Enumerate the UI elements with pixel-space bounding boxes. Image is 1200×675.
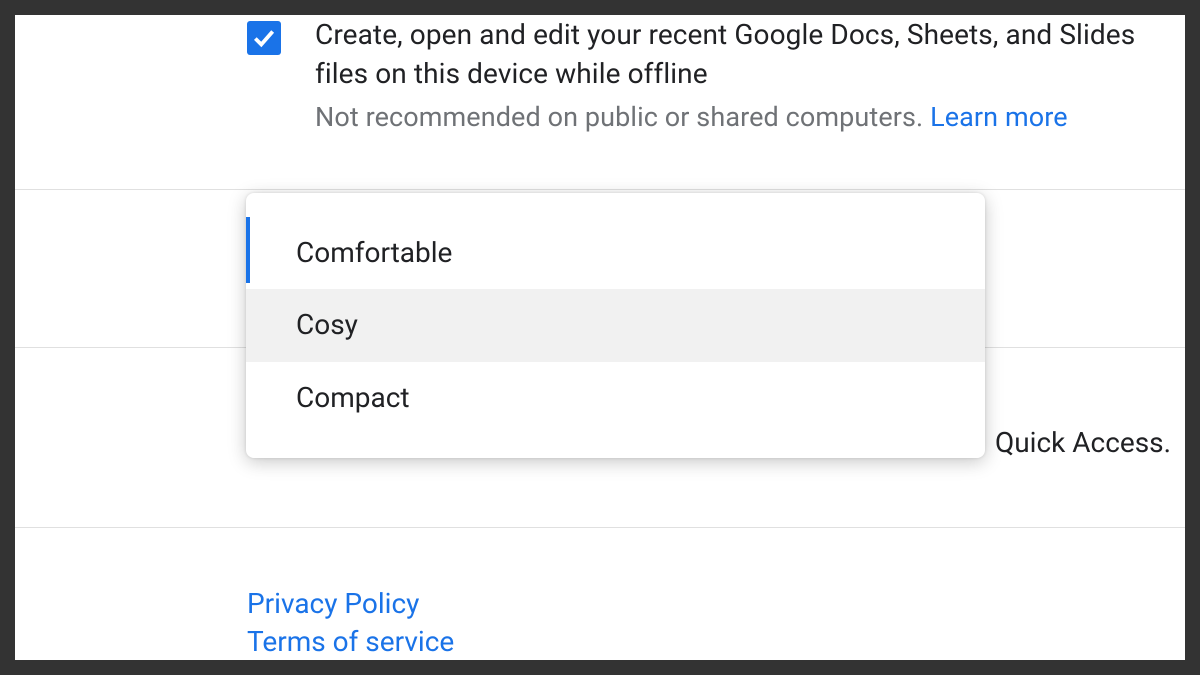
footer-links: Privacy Policy Terms of service <box>247 585 454 660</box>
offline-checkbox[interactable] <box>247 21 281 55</box>
density-option-comfortable[interactable]: Comfortable <box>246 217 985 289</box>
density-option-compact[interactable]: Compact <box>246 362 985 434</box>
offline-title: Create, open and edit your recent Google… <box>315 15 1185 93</box>
offline-text-block: Create, open and edit your recent Google… <box>315 15 1185 133</box>
offline-subtitle: Not recommended on public or shared comp… <box>315 101 1185 133</box>
terms-of-service-link[interactable]: Terms of service <box>247 623 454 660</box>
divider <box>15 189 1185 190</box>
offline-setting-row: Create, open and edit your recent Google… <box>15 15 1185 133</box>
checkmark-icon <box>251 25 277 51</box>
density-option-cosy[interactable]: Cosy <box>246 289 985 361</box>
learn-more-link[interactable]: Learn more <box>930 101 1068 133</box>
divider <box>15 527 1185 528</box>
offline-subtitle-text: Not recommended on public or shared comp… <box>315 101 930 133</box>
density-dropdown: Comfortable Cosy Compact <box>246 193 985 458</box>
privacy-policy-link[interactable]: Privacy Policy <box>247 585 454 623</box>
settings-panel: Create, open and edit your recent Google… <box>15 15 1185 660</box>
dropdown-accent-bar <box>246 217 250 283</box>
